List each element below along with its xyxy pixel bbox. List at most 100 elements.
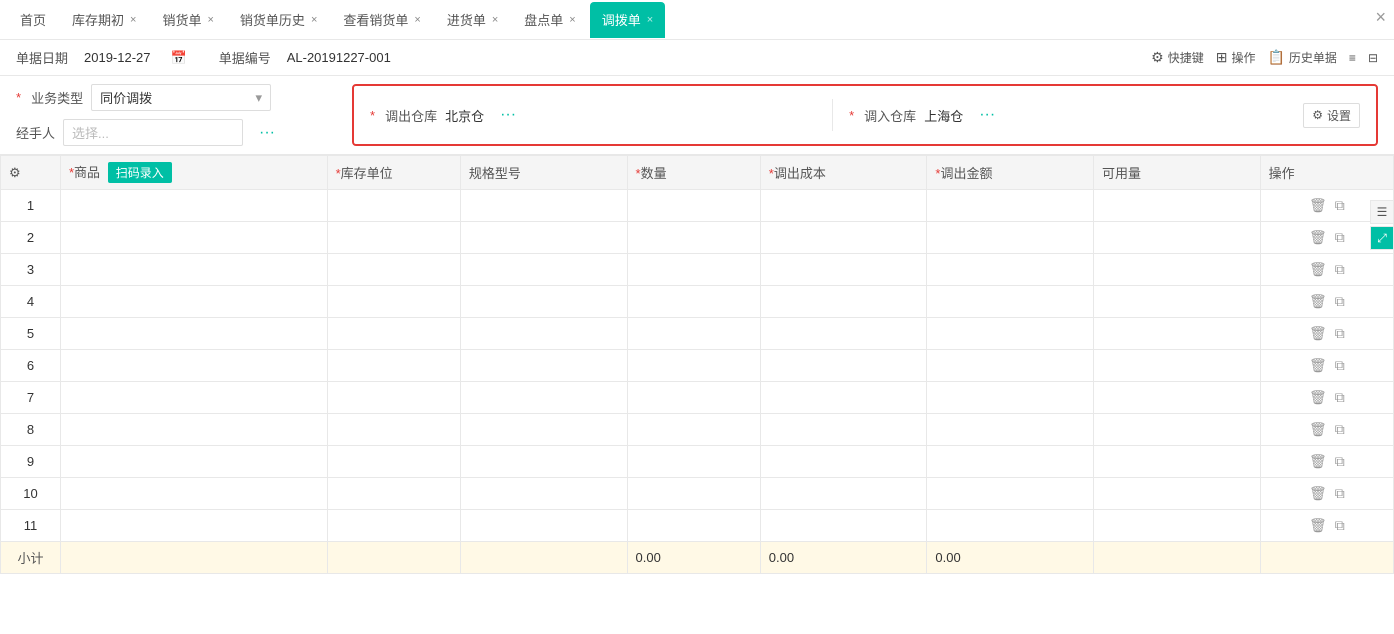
row-1-qty[interactable]	[627, 190, 760, 222]
row-8-spec[interactable]	[460, 414, 627, 446]
close-tab-sales-history[interactable]: ×	[311, 14, 317, 26]
row-3-qty[interactable]	[627, 254, 760, 286]
row-11-cost[interactable]	[760, 510, 927, 542]
copy-row-2-icon[interactable]: ⧉	[1335, 229, 1345, 246]
delete-row-2-icon[interactable]: 🗑	[1309, 229, 1327, 246]
row-9-amount[interactable]	[927, 446, 1094, 478]
row-6-spec[interactable]	[460, 350, 627, 382]
row-4-cost[interactable]	[760, 286, 927, 318]
row-7-qty[interactable]	[627, 382, 760, 414]
row-9-spec[interactable]	[460, 446, 627, 478]
row-3-product[interactable]	[60, 254, 327, 286]
delete-row-11-icon[interactable]: 🗑	[1309, 517, 1327, 534]
row-1-spec[interactable]	[460, 190, 627, 222]
delete-row-7-icon[interactable]: 🗑	[1309, 389, 1327, 406]
close-tab-purchase-order[interactable]: ×	[492, 14, 498, 26]
row-8-amount[interactable]	[927, 414, 1094, 446]
row-4-spec[interactable]	[460, 286, 627, 318]
close-tab-inventory-check[interactable]: ×	[569, 14, 575, 26]
row-1-product[interactable]	[60, 190, 327, 222]
row-10-spec[interactable]	[460, 478, 627, 510]
operator-more-btn[interactable]: ···	[259, 124, 275, 142]
row-11-qty[interactable]	[627, 510, 760, 542]
row-6-amount[interactable]	[927, 350, 1094, 382]
row-10-product[interactable]	[60, 478, 327, 510]
row-1-amount[interactable]	[927, 190, 1094, 222]
copy-row-6-icon[interactable]: ⧉	[1335, 357, 1345, 374]
operator-select[interactable]: 选择...	[63, 119, 243, 146]
row-4-unit[interactable]	[327, 286, 460, 318]
copy-row-9-icon[interactable]: ⧉	[1335, 453, 1345, 470]
close-tab-transfer-order[interactable]: ×	[647, 14, 653, 26]
row-10-unit[interactable]	[327, 478, 460, 510]
calendar-icon[interactable]: 📅	[171, 50, 187, 66]
tab-home[interactable]: 首页	[8, 2, 58, 38]
row-7-product[interactable]	[60, 382, 327, 414]
row-3-unit[interactable]	[327, 254, 460, 286]
row-10-qty[interactable]	[627, 478, 760, 510]
tab-sales-order[interactable]: 销货单 ×	[150, 2, 225, 38]
close-tab-sales-order[interactable]: ×	[207, 14, 213, 26]
tab-sales-history[interactable]: 销货单历史 ×	[228, 2, 329, 38]
scan-entry-button[interactable]: 扫码录入	[108, 162, 172, 183]
row-10-amount[interactable]	[927, 478, 1094, 510]
copy-row-10-icon[interactable]: ⧉	[1335, 485, 1345, 502]
row-8-unit[interactable]	[327, 414, 460, 446]
row-8-cost[interactable]	[760, 414, 927, 446]
row-6-qty[interactable]	[627, 350, 760, 382]
delete-row-8-icon[interactable]: 🗑	[1309, 421, 1327, 438]
row-9-qty[interactable]	[627, 446, 760, 478]
col-header-gear[interactable]: ⚙	[1, 156, 61, 190]
row-5-spec[interactable]	[460, 318, 627, 350]
row-6-unit[interactable]	[327, 350, 460, 382]
row-5-cost[interactable]	[760, 318, 927, 350]
row-1-cost[interactable]	[760, 190, 927, 222]
row-6-cost[interactable]	[760, 350, 927, 382]
operations-btn[interactable]: ⊞ 操作	[1216, 49, 1256, 66]
delete-row-9-icon[interactable]: 🗑	[1309, 453, 1327, 470]
tab-purchase-order[interactable]: 进货单 ×	[435, 2, 510, 38]
shortcuts-btn[interactable]: ⚙ 快捷键	[1151, 49, 1204, 66]
row-9-unit[interactable]	[327, 446, 460, 478]
row-2-spec[interactable]	[460, 222, 627, 254]
close-tab-check-sales[interactable]: ×	[414, 14, 420, 26]
row-7-cost[interactable]	[760, 382, 927, 414]
copy-row-8-icon[interactable]: ⧉	[1335, 421, 1345, 438]
delete-row-3-icon[interactable]: 🗑	[1309, 261, 1327, 278]
business-type-select[interactable]: 同价调拨 ▾	[91, 84, 271, 111]
row-2-qty[interactable]	[627, 222, 760, 254]
row-2-product[interactable]	[60, 222, 327, 254]
row-9-cost[interactable]	[760, 446, 927, 478]
row-2-cost[interactable]	[760, 222, 927, 254]
settings-button[interactable]: ⚙ 设置	[1303, 103, 1360, 128]
tab-inventory-init[interactable]: 库存期初 ×	[60, 2, 148, 38]
row-5-unit[interactable]	[327, 318, 460, 350]
copy-row-7-icon[interactable]: ⧉	[1335, 389, 1345, 406]
delete-row-1-icon[interactable]: 🗑	[1309, 197, 1327, 214]
right-panel-expand-btn[interactable]: ⤢	[1370, 226, 1394, 250]
row-1-unit[interactable]	[327, 190, 460, 222]
transfer-in-more-btn[interactable]: ···	[979, 106, 995, 124]
delete-row-10-icon[interactable]: 🗑	[1309, 485, 1327, 502]
layout-btn-1[interactable]: ≡	[1349, 51, 1356, 65]
row-7-spec[interactable]	[460, 382, 627, 414]
row-11-product[interactable]	[60, 510, 327, 542]
row-8-qty[interactable]	[627, 414, 760, 446]
row-7-unit[interactable]	[327, 382, 460, 414]
row-11-unit[interactable]	[327, 510, 460, 542]
row-4-product[interactable]	[60, 286, 327, 318]
row-11-spec[interactable]	[460, 510, 627, 542]
right-panel-list-btn[interactable]: ☰	[1370, 200, 1394, 224]
copy-row-1-icon[interactable]: ⧉	[1335, 197, 1345, 214]
window-close-button[interactable]: ×	[1375, 8, 1386, 26]
row-7-amount[interactable]	[927, 382, 1094, 414]
row-3-spec[interactable]	[460, 254, 627, 286]
transfer-out-more-btn[interactable]: ···	[500, 106, 516, 124]
copy-row-11-icon[interactable]: ⧉	[1335, 517, 1345, 534]
row-5-qty[interactable]	[627, 318, 760, 350]
delete-row-4-icon[interactable]: 🗑	[1309, 293, 1327, 310]
layout-btn-2[interactable]: ⊟	[1368, 51, 1378, 65]
tab-inventory-check[interactable]: 盘点单 ×	[512, 2, 587, 38]
copy-row-5-icon[interactable]: ⧉	[1335, 325, 1345, 342]
close-tab-inventory-init[interactable]: ×	[130, 14, 136, 26]
